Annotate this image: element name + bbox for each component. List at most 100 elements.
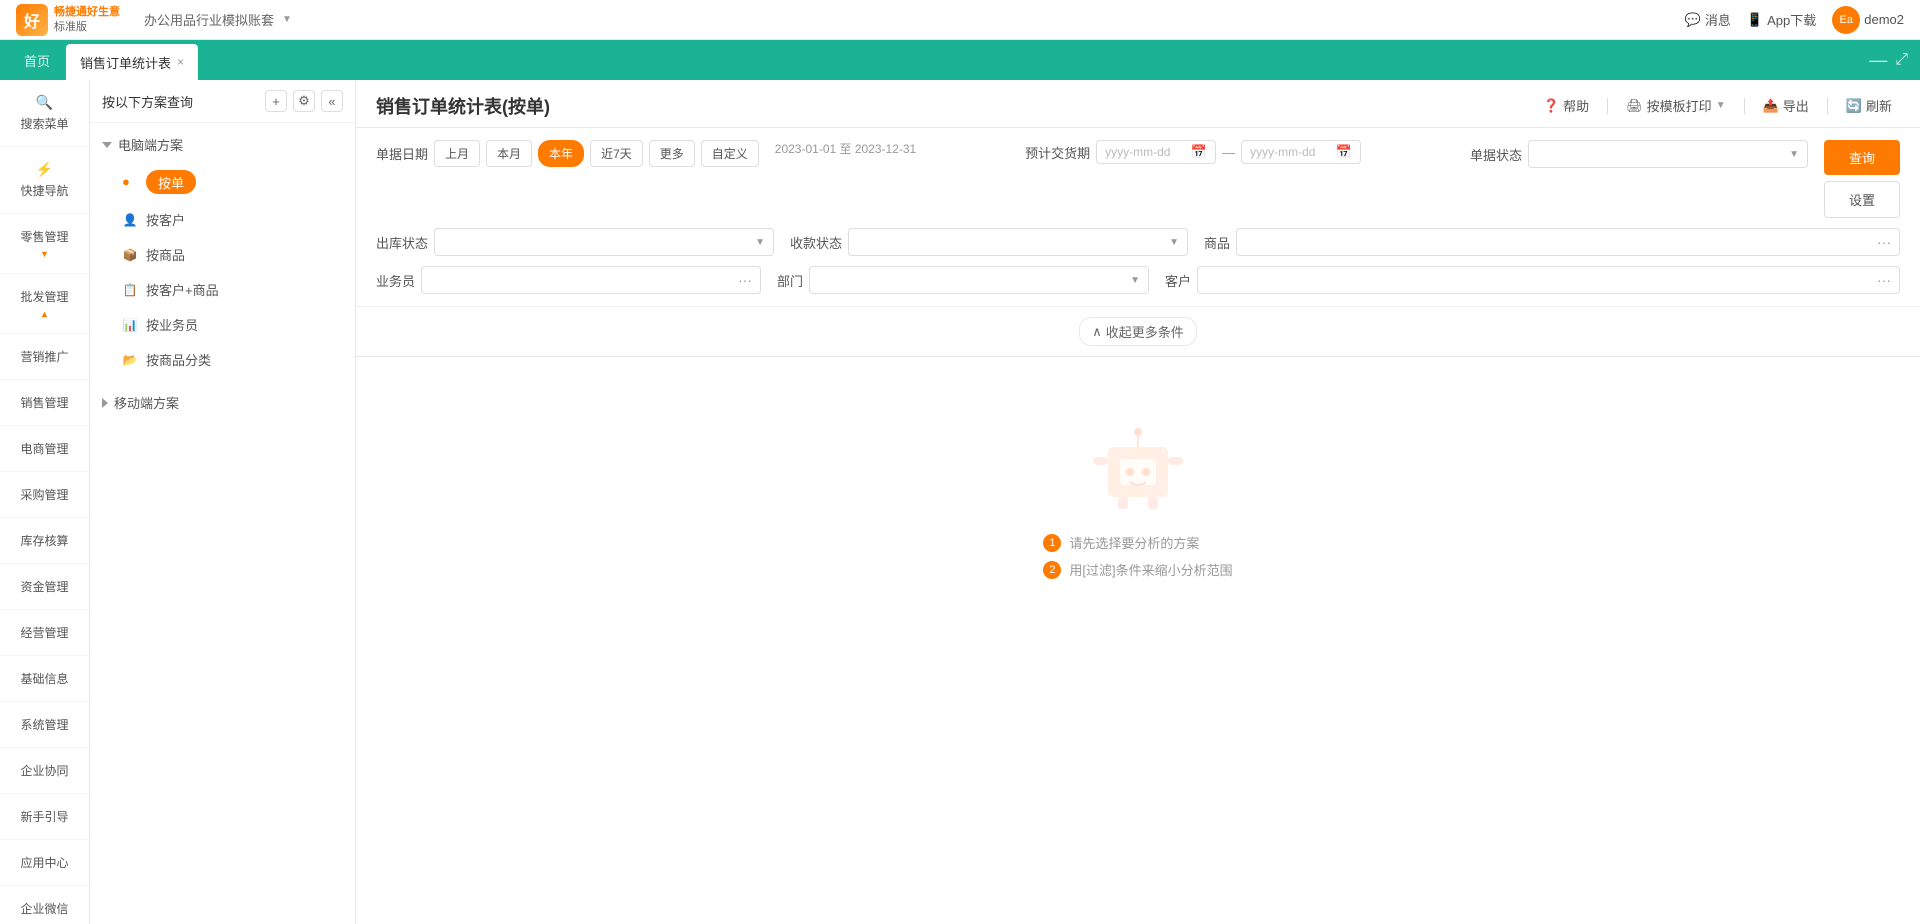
delivery-date-start[interactable]: yyyy-mm-dd 📅 — [1096, 140, 1216, 164]
scheme-item-by-product[interactable]: 📦 按商品 — [90, 237, 355, 272]
sidebar-item-app-center[interactable]: 应用中心 — [0, 840, 89, 886]
sidebar-item-finance[interactable]: 资金管理 — [0, 564, 89, 610]
delivery-status-select[interactable]: ▼ — [434, 228, 774, 256]
action-divider-2 — [1744, 98, 1745, 114]
reset-button[interactable]: 设置 — [1824, 181, 1900, 218]
collapse-chevron-icon: ∧ — [1092, 324, 1102, 340]
customer-filter: 客户 ··· — [1165, 266, 1900, 294]
payment-status-select[interactable]: ▼ — [848, 228, 1188, 256]
sidebar-item-inventory[interactable]: 库存核算 — [0, 518, 89, 564]
salesperson-label: 业务员 — [376, 271, 415, 290]
empty-hint-2: 2 用[过滤]条件来缩小分析范围 — [1043, 560, 1232, 579]
query-button[interactable]: 查询 — [1824, 140, 1900, 175]
product-filter: 商品 ··· — [1204, 228, 1900, 256]
breadcrumb-text: 办公用品行业模拟账套 — [144, 10, 274, 29]
tab-maximize-icon[interactable]: ⤢ — [1895, 51, 1908, 69]
sidebar-item-search-menu[interactable]: 🔍 搜索菜单 — [0, 80, 89, 147]
current-year-btn[interactable]: 本年 — [538, 140, 584, 167]
settings-scheme-btn[interactable]: ⚙ — [293, 90, 315, 112]
sidebar-item-new-guide[interactable]: 新手引导 — [0, 794, 89, 840]
mobile-schemes-section: 移动端方案 — [90, 381, 355, 424]
tab-close-icon[interactable]: × — [177, 55, 184, 69]
user-area[interactable]: Ea demo2 — [1832, 6, 1904, 34]
tab-minimize-icon[interactable]: — — [1869, 50, 1887, 71]
app-download-icon: 📱 — [1747, 12, 1763, 28]
sidebar-item-corp-wechat[interactable]: 企业微信 — [0, 886, 89, 924]
department-select[interactable]: ▼ — [809, 266, 1149, 294]
salesperson-select[interactable]: ··· — [421, 266, 761, 294]
sidebar-item-retail-mgmt[interactable]: 零售管理 ▼ — [0, 214, 89, 274]
date-separator-icon: — — [1222, 145, 1235, 160]
bill-status-filter: 单据状态 ▼ — [1470, 140, 1808, 168]
collapse-panel-btn[interactable]: « — [321, 90, 343, 112]
scheme-item-by-category[interactable]: 📂 按商品分类 — [90, 342, 355, 377]
print-btn[interactable]: 🖨 按模板打印 ▼ — [1618, 92, 1733, 119]
scheme-item-by-order[interactable]: ● 按单 — [90, 162, 355, 202]
mobile-section-label: 移动端方案 — [114, 393, 179, 412]
sidebar-item-search-menu-label: 搜索菜单 — [20, 115, 68, 132]
by-category-label: 按商品分类 — [146, 350, 211, 369]
app-download-label: App下载 — [1767, 10, 1816, 29]
last7days-btn[interactable]: 近7天 — [590, 140, 643, 167]
sidebar-item-ecommerce[interactable]: 电商管理 — [0, 426, 89, 472]
content-area: 按以下方案查询 + ⚙ « 电脑端方案 — [90, 80, 1920, 924]
logo-line1: 畅捷通好生意 — [54, 5, 120, 19]
scheme-item-by-cust-prod[interactable]: 📋 按客户+商品 — [90, 272, 355, 307]
refresh-icon: 🔄 — [1846, 98, 1862, 114]
sidebar-item-sales-mgmt[interactable]: 销售管理 — [0, 380, 89, 426]
delivery-date-end[interactable]: yyyy-mm-dd 📅 — [1241, 140, 1361, 164]
by-customer-icon: 👤 — [122, 212, 138, 228]
tab-home[interactable]: 首页 — [8, 40, 66, 80]
product-select[interactable]: ··· — [1236, 228, 1900, 256]
export-label: 导出 — [1783, 96, 1809, 115]
sidebar-item-system[interactable]: 系统管理 — [0, 702, 89, 748]
scheme-item-by-customer[interactable]: 👤 按客户 — [90, 202, 355, 237]
last-month-btn[interactable]: 上月 — [434, 140, 480, 167]
message-icon: 💬 — [1685, 12, 1701, 28]
sidebar-item-marketing[interactable]: 营销推广 — [0, 334, 89, 380]
sidebar: 🔍 搜索菜单 ⚡ 快捷导航 零售管理 ▼ 批发管理 ▲ 营销推广 销售管理 电商… — [0, 80, 90, 924]
sidebar-item-wholesale-mgmt[interactable]: 批发管理 ▲ — [0, 274, 89, 334]
print-label: 按模板打印 — [1647, 96, 1712, 115]
export-btn[interactable]: 📤 导出 — [1755, 92, 1817, 119]
delivery-date-start-placeholder: yyyy-mm-dd — [1105, 145, 1170, 159]
breadcrumb-arrow-icon[interactable]: ▼ — [282, 14, 292, 25]
salesperson-filter: 业务员 ··· — [376, 266, 761, 294]
expected-delivery-filter: 预计交货期 yyyy-mm-dd 📅 — yyyy-mm-dd 📅 — [1025, 140, 1361, 164]
sidebar-item-operations[interactable]: 经营管理 — [0, 610, 89, 656]
by-category-icon: 📂 — [122, 352, 138, 368]
department-label: 部门 — [777, 271, 803, 290]
delivery-status-filter: 出库状态 ▼ — [376, 228, 774, 256]
custom-date-btn[interactable]: 自定义 — [701, 140, 759, 167]
results-area: 1 请先选择要分析的方案 2 用[过滤]条件来缩小分析范围 — [356, 357, 1920, 924]
sidebar-item-basic-info[interactable]: 基础信息 — [0, 656, 89, 702]
by-cust-prod-label: 按客户+商品 — [146, 280, 219, 299]
collapse-btn[interactable]: ∧ 收起更多条件 — [1079, 317, 1197, 346]
scheme-item-by-sales[interactable]: 📊 按业务员 — [90, 307, 355, 342]
refresh-btn[interactable]: 🔄 刷新 — [1838, 92, 1900, 119]
delivery-status-arrow-icon: ▼ — [755, 237, 765, 248]
customer-select[interactable]: ··· — [1197, 266, 1900, 294]
bill-date-label: 单据日期 — [376, 144, 428, 163]
message-btn[interactable]: 💬 消息 — [1685, 10, 1731, 29]
pc-section-header[interactable]: 电脑端方案 — [90, 127, 355, 162]
app-download-btn[interactable]: 📱 App下载 — [1747, 10, 1816, 29]
sidebar-item-purchase-mgmt[interactable]: 采购管理 — [0, 472, 89, 518]
sidebar-item-marketing-label: 营销推广 — [20, 348, 68, 365]
calendar-start-icon: 📅 — [1191, 144, 1207, 160]
this-month-btn[interactable]: 本月 — [486, 140, 532, 167]
more-date-btn[interactable]: 更多 — [649, 140, 695, 167]
mobile-section-header[interactable]: 移动端方案 — [90, 385, 355, 420]
sidebar-item-finance-label: 资金管理 — [20, 578, 68, 595]
by-product-label: 按商品 — [146, 245, 185, 264]
tab-active[interactable]: 销售订单统计表 × — [66, 44, 198, 80]
bill-status-select[interactable]: ▼ — [1528, 140, 1808, 168]
help-btn[interactable]: ❓ 帮助 — [1535, 92, 1597, 119]
empty-hint-1: 1 请先选择要分析的方案 — [1043, 533, 1232, 552]
expected-delivery-label: 预计交货期 — [1025, 143, 1090, 162]
sidebar-item-corp-collab[interactable]: 企业协同 — [0, 748, 89, 794]
sidebar-item-quick-nav[interactable]: ⚡ 快捷导航 — [0, 147, 89, 214]
top-bar: 好 畅捷通好生意 标准版 办公用品行业模拟账套 ▼ 💬 消息 📱 App下载 E… — [0, 0, 1920, 40]
sidebar-item-sales-label: 销售管理 — [20, 394, 68, 411]
add-scheme-btn[interactable]: + — [265, 90, 287, 112]
